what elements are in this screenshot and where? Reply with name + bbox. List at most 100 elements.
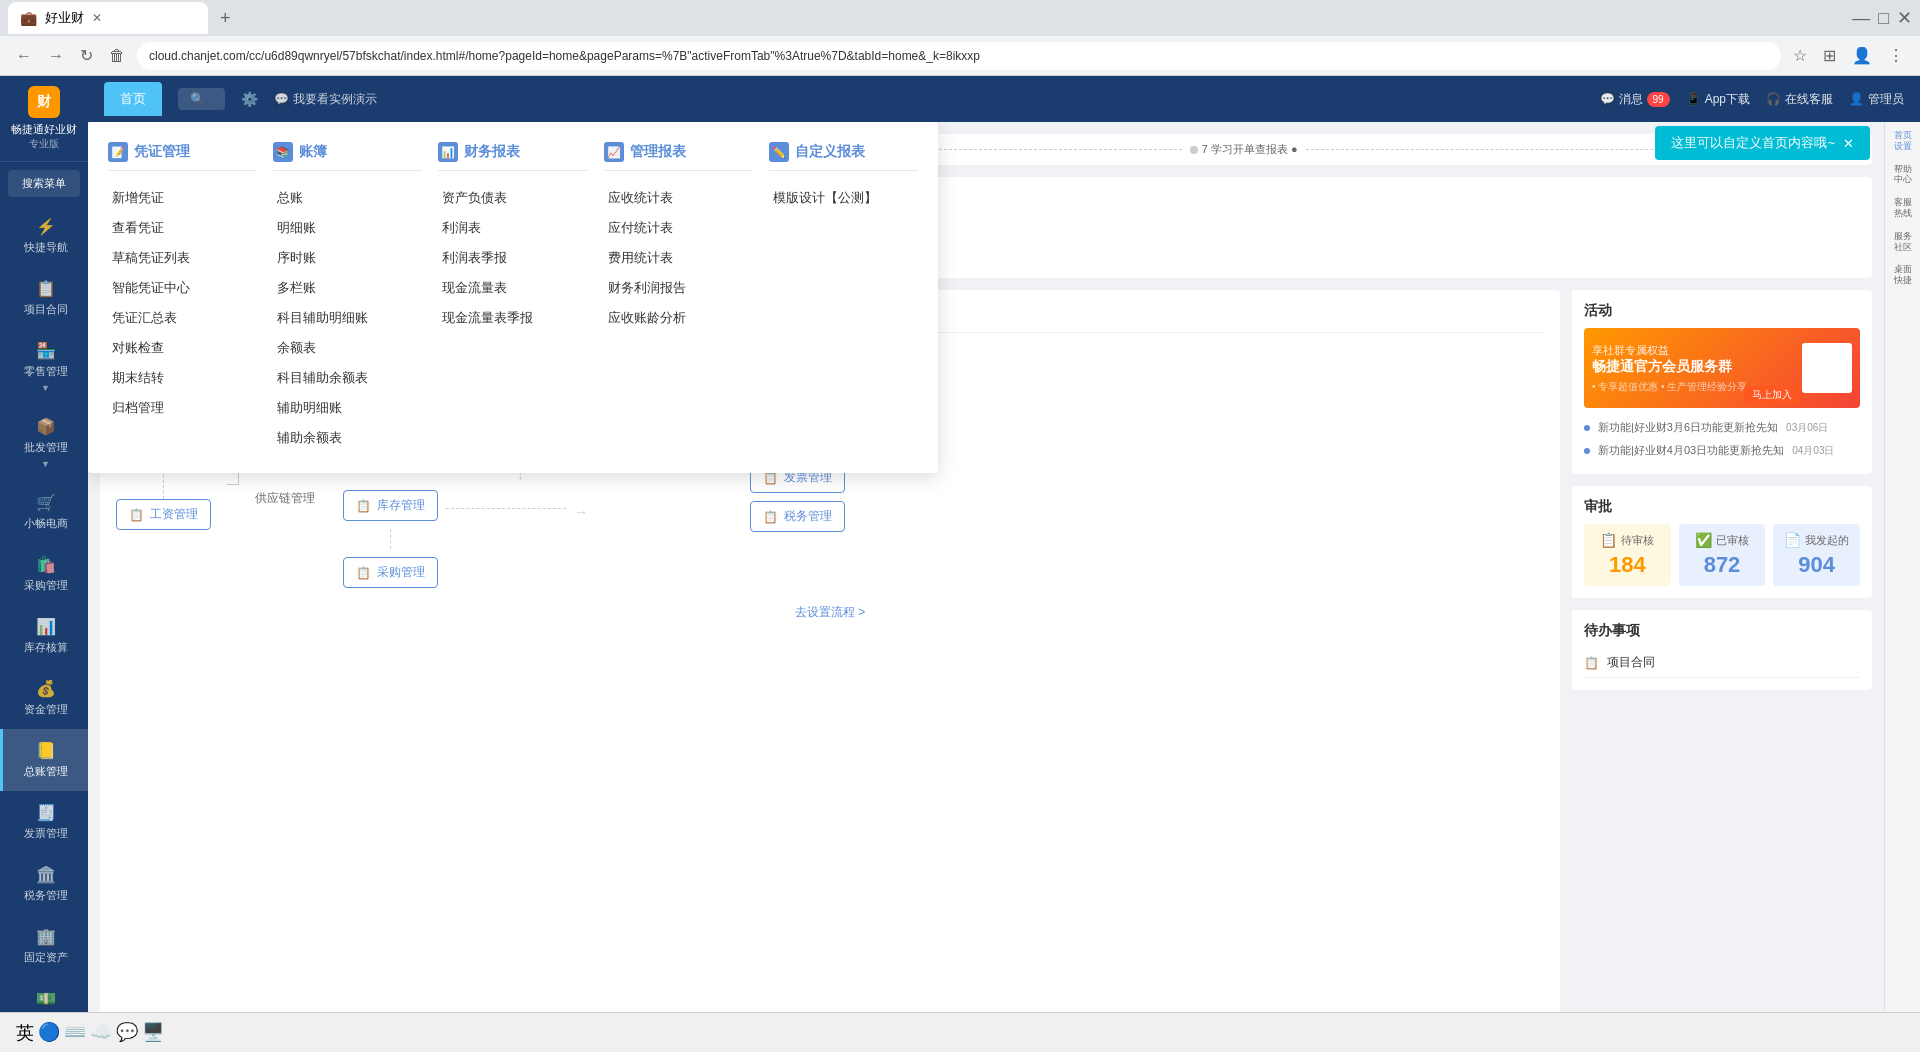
custom-report-title: ✏️ 自定义报表 — [769, 142, 918, 171]
sidebar-item-invoice[interactable]: 🧾 发票管理 — [0, 791, 88, 853]
cashflow-statement[interactable]: 现金流量表 — [438, 273, 587, 303]
menu-button[interactable]: ⋮ — [1884, 42, 1908, 69]
sidebar-item-ecom[interactable]: 🛒 小畅电商 — [0, 481, 88, 543]
taskbar-items: 英 🔵 ⌨️ ☁️ 💬 🖥️ — [16, 1021, 164, 1045]
sidebar-item-purchase[interactable]: 🛍️ 采购管理 — [0, 543, 88, 605]
join-button[interactable]: 马上加入 — [1744, 386, 1800, 404]
main-area: 首页 🔍 ⚙️ 💬 我要看实例演示 💬 消息 99 📱 — [88, 76, 1920, 1052]
activity-banner[interactable]: 享社群专属权益 畅捷通官方会员服务群 • 专享超值优惠 • 生产管理经验分享 ▦… — [1584, 328, 1860, 408]
tab-close-button[interactable]: ✕ — [92, 11, 102, 25]
todo-item-1[interactable]: 📋 项目合同 — [1584, 648, 1860, 678]
hotline-action[interactable]: 客服热线 — [1889, 193, 1917, 223]
online-service-button[interactable]: 🎧 在线客服 — [1766, 91, 1833, 108]
bookmark-button[interactable]: ☆ — [1789, 42, 1811, 69]
app-download-button[interactable]: 📱 App下载 — [1686, 91, 1750, 108]
expense-stats[interactable]: 费用统计表 — [604, 243, 753, 273]
sent-approval[interactable]: 📄 我发起的 904 — [1773, 524, 1860, 586]
sidebar-item-retail[interactable]: 🏪 零售管理 ▼ — [0, 329, 88, 405]
home-settings-action[interactable]: 首页设置 — [1889, 126, 1917, 156]
sidebar-item-project-contract[interactable]: 📋 项目合同 — [0, 267, 88, 329]
delete-button[interactable]: 🗑 — [105, 43, 129, 69]
pending-approval[interactable]: 📋 待审核 184 — [1584, 524, 1671, 586]
active-tab[interactable]: 💼 好业财 ✕ — [8, 2, 208, 34]
forward-button[interactable]: → — [44, 43, 68, 69]
detail-ledger[interactable]: 明细账 — [273, 213, 422, 243]
balance-table[interactable]: 余额表 — [273, 333, 422, 363]
maximize-button[interactable]: □ — [1878, 8, 1889, 29]
purchase-node[interactable]: 📋 采购管理 — [343, 557, 438, 588]
subject-aux-detail[interactable]: 科目辅助明细账 — [273, 303, 422, 333]
aux-balance-ledger[interactable]: 辅助余额表 — [273, 423, 422, 453]
receivable-aging[interactable]: 应收账龄分析 — [604, 303, 753, 333]
template-design[interactable]: 模版设计【公测】 — [769, 183, 918, 213]
account-check[interactable]: 对账检查 — [108, 333, 257, 363]
desktop-shortcut-action[interactable]: 桌面快捷 — [1889, 260, 1917, 290]
archive-mgmt[interactable]: 归档管理 — [108, 393, 257, 423]
community-action[interactable]: 服务社区 — [1889, 227, 1917, 257]
close-button[interactable]: ✕ — [1897, 7, 1912, 29]
taskbar-icon-4[interactable]: 💬 — [116, 1021, 138, 1045]
taskbar-icon-3[interactable]: ☁️ — [90, 1021, 112, 1045]
finance-profit-report[interactable]: 财务利润报告 — [604, 273, 753, 303]
general-ledger[interactable]: 总账 — [273, 183, 422, 213]
help-center-action[interactable]: 帮助中心 — [1889, 160, 1917, 190]
minimize-button[interactable]: — — [1852, 8, 1870, 29]
extensions-button[interactable]: ⊞ — [1819, 42, 1840, 69]
sidebar-search-button[interactable]: 搜索菜单 — [8, 170, 80, 197]
sidebar-item-quick-nav[interactable]: ⚡ 快捷导航 — [0, 205, 88, 267]
smart-voucher[interactable]: 智能凭证中心 — [108, 273, 257, 303]
sidebar-item-accounting[interactable]: 📒 总账管理 — [0, 729, 88, 791]
sidebar-item-finance[interactable]: 💰 资金管理 — [0, 667, 88, 729]
balance-sheet[interactable]: 资产负债表 — [438, 183, 587, 213]
sidebar-item-inventory[interactable]: 📊 库存核算 — [0, 605, 88, 667]
multi-column-ledger[interactable]: 多栏账 — [273, 273, 422, 303]
taskbar-lang-button[interactable]: 英 — [16, 1021, 34, 1045]
sidebar-item-assets[interactable]: 🏢 固定资产 — [0, 915, 88, 977]
taskbar-icon-1[interactable]: 🔵 — [38, 1021, 60, 1045]
approved-approval[interactable]: ✅ 已审核 872 — [1679, 524, 1766, 586]
sidebar-item-payroll[interactable]: 💵 工资 — [0, 977, 88, 1005]
view-voucher[interactable]: 查看凭证 — [108, 213, 257, 243]
sidebar-item-label: 零售管理 — [24, 364, 68, 379]
new-tab-button[interactable]: + — [212, 8, 239, 29]
url-input[interactable] — [137, 42, 1781, 70]
demo-button[interactable]: 💬 我要看实例演示 — [274, 91, 377, 108]
qr-icon: ▦ — [1818, 356, 1837, 380]
taskbar-icon-2[interactable]: ⌨️ — [64, 1021, 86, 1045]
voucher-summary[interactable]: 凭证汇总表 — [108, 303, 257, 333]
activity-card: 活动 享社群专属权益 畅捷通官方会员服务群 • 专享超值优惠 • 生产管理经验分… — [1572, 290, 1872, 474]
draft-voucher[interactable]: 草稿凭证列表 — [108, 243, 257, 273]
news-dot-1 — [1584, 425, 1590, 431]
notification-badge: 99 — [1647, 92, 1670, 107]
notification-button[interactable]: 💬 消息 99 — [1600, 91, 1670, 108]
search-icon: 🔍 — [190, 92, 205, 106]
news-item-1[interactable]: 新功能|好业财3月6日功能更新抢先知 03月06日 — [1584, 416, 1860, 439]
aux-detail-ledger[interactable]: 辅助明细账 — [273, 393, 422, 423]
profit-quarterly[interactable]: 利润表季报 — [438, 243, 587, 273]
news-item-2[interactable]: 新功能|好业财4月03日功能更新抢先知 04月03日 — [1584, 439, 1860, 462]
cashflow-quarterly[interactable]: 现金流量表季报 — [438, 303, 587, 333]
payroll-node[interactable]: 📋 工资管理 — [116, 499, 211, 530]
sidebar-item-label: 资金管理 — [24, 702, 68, 717]
sidebar-item-label: 总账管理 — [24, 764, 68, 779]
tax-mgmt-node[interactable]: 📋 税务管理 — [750, 501, 845, 532]
subject-aux-balance[interactable]: 科目辅助余额表 — [273, 363, 422, 393]
sidebar-item-wholesale[interactable]: 📦 批发管理 ▼ — [0, 405, 88, 481]
set-flow-link[interactable]: 去设置流程 > — [795, 605, 865, 619]
tab-home[interactable]: 首页 — [104, 82, 162, 116]
banner-close-button[interactable]: ✕ — [1843, 136, 1854, 151]
profit-statement[interactable]: 利润表 — [438, 213, 587, 243]
receivable-stats[interactable]: 应收统计表 — [604, 183, 753, 213]
back-button[interactable]: ← — [12, 43, 36, 69]
service-icon: 🎧 — [1766, 92, 1781, 106]
sequence-ledger[interactable]: 序时账 — [273, 243, 422, 273]
sidebar-item-tax[interactable]: 🏛️ 税务管理 — [0, 853, 88, 915]
taskbar-icon-5[interactable]: 🖥️ — [142, 1021, 164, 1045]
profile-button[interactable]: 👤 — [1848, 42, 1876, 69]
payable-stats[interactable]: 应付统计表 — [604, 213, 753, 243]
inventory-node[interactable]: 📋 库存管理 — [343, 490, 438, 521]
add-voucher[interactable]: 新增凭证 — [108, 183, 257, 213]
period-end[interactable]: 期末结转 — [108, 363, 257, 393]
refresh-button[interactable]: ↻ — [76, 42, 97, 69]
user-menu-button[interactable]: 👤 管理员 — [1849, 91, 1904, 108]
